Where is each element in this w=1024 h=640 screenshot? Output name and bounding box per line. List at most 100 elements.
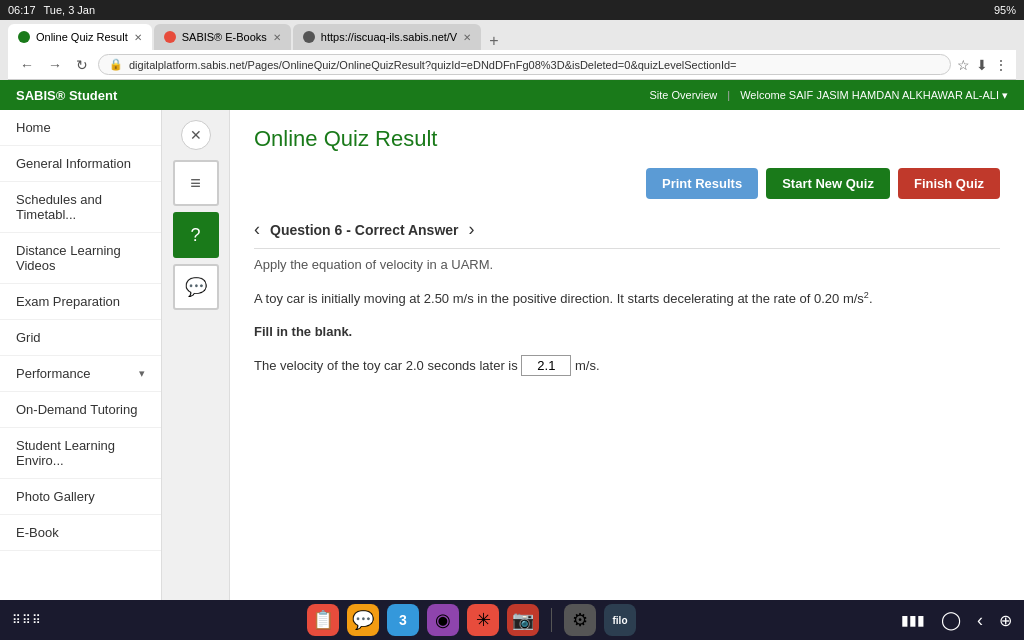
sidebar-label-general-info: General Information (16, 156, 131, 171)
taskbar-app-6[interactable]: 📷 (507, 604, 539, 636)
tab-favicon-3 (303, 31, 315, 43)
question-nav: ‹ Question 6 - Correct Answer › (254, 219, 1000, 249)
sidebar-item-student-learning[interactable]: Student Learning Enviro... (0, 428, 161, 479)
tab-iscuaq[interactable]: https://iscuaq-ils.sabis.net/V ✕ (293, 24, 481, 50)
taskbar-app-3[interactable]: 3 (387, 604, 419, 636)
taskbar-nav: ▮▮▮ ◯ ‹ ⊕ (901, 609, 1012, 631)
tab-close-1[interactable]: ✕ (134, 32, 142, 43)
thumbnail-box-3[interactable]: 💬 (173, 264, 219, 310)
question-text-line1: A toy car is initially moving at 2.50 m/… (254, 288, 1000, 310)
sidebar-label-on-demand: On-Demand Tutoring (16, 402, 137, 417)
sidebar-item-on-demand[interactable]: On-Demand Tutoring (0, 392, 161, 428)
taskbar-settings[interactable]: ⚙ (564, 604, 596, 636)
list-icon: ≡ (190, 173, 201, 194)
sidebar-item-performance[interactable]: Performance ▾ (0, 356, 161, 392)
taskbar-grid-icon[interactable]: ▮▮▮ (901, 612, 925, 628)
question-mark-icon: ? (190, 225, 200, 246)
taskbar-app-2[interactable]: 💬 (347, 604, 379, 636)
status-date: Tue, 3 Jan (44, 4, 96, 16)
taskbar-home-icon[interactable]: ◯ (941, 609, 961, 631)
download-icon[interactable]: ⬇ (976, 57, 988, 73)
quiz-main-content: Online Quiz Result Print Results Start N… (230, 110, 1024, 600)
fill-in-blank-label: Fill in the blank. (254, 322, 1000, 343)
sidebar-item-general-info[interactable]: General Information (0, 146, 161, 182)
question-body: A toy car is initially moving at 2.50 m/… (254, 288, 1000, 377)
main-layout: Home General Information Schedules and T… (0, 110, 1024, 600)
back-button[interactable]: ← (16, 55, 38, 75)
action-buttons: Print Results Start New Quiz Finish Quiz (254, 168, 1000, 199)
taskbar-back-icon[interactable]: ‹ (977, 610, 983, 631)
next-question-button[interactable]: › (469, 219, 475, 240)
sidebar-label-student-learning: Student Learning Enviro... (16, 438, 145, 468)
thumbnail-panel: ✕ ≡ ? 💬 (162, 110, 230, 600)
taskbar-app-4[interactable]: ◉ (427, 604, 459, 636)
sidebar-label-exam-prep: Exam Preparation (16, 294, 120, 309)
sidebar: Home General Information Schedules and T… (0, 110, 162, 600)
sabis-separator: | (727, 89, 730, 101)
print-results-button[interactable]: Print Results (646, 168, 758, 199)
taskbar-filo[interactable]: filo (604, 604, 636, 636)
tab-close-3[interactable]: ✕ (463, 32, 471, 43)
status-battery: 95% (994, 4, 1016, 16)
thumbnail-box-1[interactable]: ≡ (173, 160, 219, 206)
chevron-down-icon: ▾ (139, 367, 145, 380)
start-new-quiz-button[interactable]: Start New Quiz (766, 168, 890, 199)
sidebar-item-photo-gallery[interactable]: Photo Gallery (0, 479, 161, 515)
sidebar-label-performance: Performance (16, 366, 90, 381)
sidebar-item-grid[interactable]: Grid (0, 320, 161, 356)
status-time: 06:17 (8, 4, 36, 16)
sidebar-label-home: Home (16, 120, 51, 135)
content-area: ✕ ≡ ? 💬 Online Quiz Result Print Results… (162, 110, 1024, 600)
tab-favicon-1 (18, 31, 30, 43)
browser-chrome: Online Quiz Result ✕ SABIS® E-Books ✕ ht… (0, 20, 1024, 80)
tab-ebooks[interactable]: SABIS® E-Books ✕ (154, 24, 291, 50)
sabis-brand: SABIS® Student (16, 88, 117, 103)
answer-input[interactable] (521, 355, 571, 376)
sidebar-item-schedules[interactable]: Schedules and Timetabl... (0, 182, 161, 233)
sidebar-label-grid: Grid (16, 330, 41, 345)
taskbar-divider (551, 608, 552, 632)
nav-bar: ← → ↻ 🔒 digitalplatform.sabis.net/Pages/… (8, 50, 1016, 80)
question-subtitle: Apply the equation of velocity in a UARM… (254, 257, 1000, 272)
taskbar-app-5[interactable]: ✳ (467, 604, 499, 636)
welcome-text[interactable]: Welcome SAIF JASIM HAMDAN ALKHAWAR AL-AL… (740, 89, 1008, 102)
taskbar-dots[interactable]: ⠿⠿⠿ (12, 613, 42, 627)
lock-icon: 🔒 (109, 58, 123, 71)
tab-label-2: SABIS® E-Books (182, 31, 267, 43)
status-bar: 06:17 Tue, 3 Jan 95% (0, 0, 1024, 20)
tab-close-2[interactable]: ✕ (273, 32, 281, 43)
address-bar[interactable]: 🔒 digitalplatform.sabis.net/Pages/Online… (98, 54, 951, 75)
star-icon[interactable]: ☆ (957, 57, 970, 73)
chat-icon: 💬 (185, 276, 207, 298)
sidebar-item-home[interactable]: Home (0, 110, 161, 146)
prev-question-button[interactable]: ‹ (254, 219, 260, 240)
site-overview-link[interactable]: Site Overview (649, 89, 717, 101)
sidebar-label-photo-gallery: Photo Gallery (16, 489, 95, 504)
url-text: digitalplatform.sabis.net/Pages/OnlineQu… (129, 59, 736, 71)
taskbar-apps: 📋 💬 3 ◉ ✳ 📷 ⚙ filo (307, 604, 636, 636)
sidebar-item-e-book[interactable]: E-Book (0, 515, 161, 551)
sidebar-label-schedules: Schedules and Timetabl... (16, 192, 145, 222)
reload-button[interactable]: ↻ (72, 55, 92, 75)
tab-label-3: https://iscuaq-ils.sabis.net/V (321, 31, 457, 43)
sidebar-item-distance-learning[interactable]: Distance Learning Videos (0, 233, 161, 284)
tab-label-1: Online Quiz Result (36, 31, 128, 43)
forward-button[interactable]: → (44, 55, 66, 75)
tab-online-quiz-result[interactable]: Online Quiz Result ✕ (8, 24, 152, 50)
question-title: Question 6 - Correct Answer (270, 222, 459, 238)
page-title: Online Quiz Result (254, 126, 1000, 152)
sidebar-label-distance-learning: Distance Learning Videos (16, 243, 145, 273)
taskbar-app-1[interactable]: 📋 (307, 604, 339, 636)
menu-icon[interactable]: ⋮ (994, 57, 1008, 73)
tabs-row: Online Quiz Result ✕ SABIS® E-Books ✕ ht… (8, 24, 1016, 50)
sabis-bar: SABIS® Student Site Overview | Welcome S… (0, 80, 1024, 110)
sidebar-item-exam-prep[interactable]: Exam Preparation (0, 284, 161, 320)
thumbnail-close-button[interactable]: ✕ (181, 120, 211, 150)
tab-favicon-2 (164, 31, 176, 43)
taskbar-accessibility-icon[interactable]: ⊕ (999, 611, 1012, 630)
new-tab-button[interactable]: + (483, 32, 504, 50)
close-icon: ✕ (190, 127, 202, 143)
thumbnail-box-2[interactable]: ? (173, 212, 219, 258)
finish-quiz-button[interactable]: Finish Quiz (898, 168, 1000, 199)
sidebar-label-e-book: E-Book (16, 525, 59, 540)
